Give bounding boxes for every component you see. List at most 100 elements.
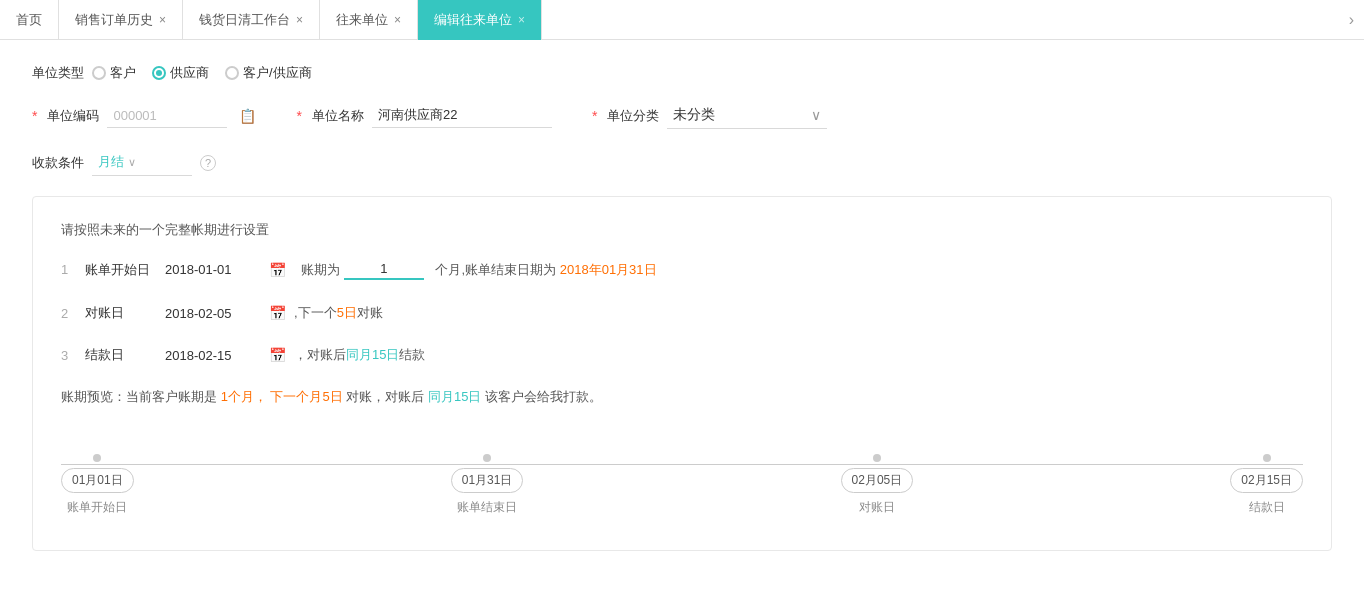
tab-partner-units-close[interactable]: × — [394, 13, 401, 27]
timeline-dot-0 — [93, 454, 101, 462]
preview-text: 账期预览：当前客户账期是 1个月， 下一个月5日 对账，对账后 同月15日 该客… — [61, 388, 1303, 406]
timeline-dot-3 — [1263, 454, 1271, 462]
timeline-label-1: 账单结束日 — [457, 499, 517, 516]
row-2-desc: ,下一个5日对账 — [294, 304, 383, 322]
radio-both-label: 客户/供应商 — [243, 64, 312, 82]
row-2-number: 2 — [61, 306, 85, 321]
row-3-desc: ，对账后同月15日结款 — [294, 346, 425, 364]
tab-partner-units[interactable]: 往来单位 × — [320, 0, 418, 40]
row-1-number: 1 — [61, 262, 85, 277]
unit-name-star: * — [296, 108, 301, 124]
unit-type-row: 单位类型 客户 供应商 客户/供应商 — [32, 64, 1332, 82]
radio-both-circle — [225, 66, 239, 80]
unit-category-label: 单位分类 — [607, 107, 659, 125]
timeline: 01月01日 账单开始日 01月31日 账单结束日 02月05日 对账日 02月… — [61, 434, 1303, 526]
tab-partner-units-label: 往来单位 — [336, 11, 388, 29]
unit-category-dropdown[interactable]: 未分类 ∨ — [667, 102, 827, 129]
radio-both[interactable]: 客户/供应商 — [225, 64, 312, 82]
setting-row-2: 2 对账日 2018-02-05 📅 ,下一个5日对账 — [61, 304, 1303, 322]
payment-terms-help[interactable]: ? — [200, 155, 216, 171]
tab-sales-history-label: 销售订单历史 — [75, 11, 153, 29]
tab-home[interactable]: 首页 — [0, 0, 59, 40]
timeline-bubble-3: 02月15日 — [1230, 468, 1303, 493]
unit-code-input[interactable] — [107, 104, 227, 128]
payment-terms-row: 收款条件 月结 ∨ ? — [32, 149, 1332, 176]
timeline-bubble-1: 01月31日 — [451, 468, 524, 493]
unit-code-star: * — [32, 108, 37, 124]
row-1-cal-icon[interactable]: 📅 — [269, 262, 286, 278]
setting-row-3: 3 结款日 2018-02-15 📅 ，对账后同月15日结款 — [61, 346, 1303, 364]
row-3-cal-icon[interactable]: 📅 — [269, 347, 286, 363]
tab-edit-partner[interactable]: 编辑往来单位 × — [418, 0, 542, 40]
row-2-highlight: 5日 — [337, 305, 357, 320]
payment-terms-group: 收款条件 月结 ∨ ? — [32, 149, 216, 176]
timeline-dot-2 — [873, 454, 881, 462]
unit-name-label: 单位名称 — [312, 107, 364, 125]
timeline-point-2: 02月05日 对账日 — [841, 454, 914, 516]
timeline-label-3: 结款日 — [1249, 499, 1285, 516]
unit-name-input[interactable] — [372, 104, 552, 128]
unit-type-group: 单位类型 客户 供应商 客户/供应商 — [32, 64, 312, 82]
unit-category-value: 未分类 — [673, 106, 715, 124]
tab-cash-work[interactable]: 钱货日清工作台 × — [183, 0, 320, 40]
row-3-number: 3 — [61, 348, 85, 363]
payment-terms-chevron: ∨ — [128, 156, 136, 169]
unit-type-label: 单位类型 — [32, 64, 84, 82]
timeline-point-1: 01月31日 账单结束日 — [451, 454, 524, 516]
payment-terms-dropdown[interactable]: 月结 ∨ — [92, 149, 192, 176]
preview-reconcile: 下一个月5日 — [270, 389, 342, 404]
row-2-cal-icon[interactable]: 📅 — [269, 305, 286, 321]
timeline-point-3: 02月15日 结款日 — [1230, 454, 1303, 516]
tabs-bar: 首页 销售订单历史 × 钱货日清工作台 × 往来单位 × 编辑往来单位 × › — [0, 0, 1364, 40]
radio-supplier[interactable]: 供应商 — [152, 64, 209, 82]
tab-sales-history[interactable]: 销售订单历史 × — [59, 0, 183, 40]
setting-row-1: 1 账单开始日 2018-01-01 📅 账期为 个月,账单结束日期为 2018… — [61, 259, 1303, 280]
row-1-mid-text: 账期为 — [294, 261, 344, 279]
payment-terms-label: 收款条件 — [32, 154, 84, 172]
preview-prefix: 账期预览：当前客户账期是 — [61, 389, 217, 404]
tab-sales-history-close[interactable]: × — [159, 13, 166, 27]
row-3-label: 结款日 — [85, 346, 165, 364]
row-3-date: 2018-02-15 — [165, 348, 265, 363]
row-1-label: 账单开始日 — [85, 261, 165, 279]
tab-home-label: 首页 — [16, 11, 42, 29]
unit-info-row: * 单位编码 📋 * 单位名称 * 单位分类 未分类 ∨ — [32, 102, 1332, 129]
timeline-points: 01月01日 账单开始日 01月31日 账单结束日 02月05日 对账日 02月… — [61, 454, 1303, 516]
payment-terms-value: 月结 — [98, 153, 124, 171]
tab-edit-partner-close[interactable]: × — [518, 13, 525, 27]
preview-period: 1个月， — [221, 389, 267, 404]
preview-reconcile-suffix: 对账，对账后 — [346, 389, 424, 404]
timeline-label-0: 账单开始日 — [67, 499, 127, 516]
unit-code-label: 单位编码 — [47, 107, 99, 125]
section-title: 请按照未来的一个完整帐期进行设置 — [61, 221, 1303, 239]
row-3-highlight: 同月15日 — [346, 347, 399, 362]
row-2-label: 对账日 — [85, 304, 165, 322]
unit-category-group: * 单位分类 未分类 ∨ — [592, 102, 827, 129]
timeline-bubble-0: 01月01日 — [61, 468, 134, 493]
timeline-bubble-2: 02月05日 — [841, 468, 914, 493]
row-1-period-unit: 个月,账单结束日期为 2018年01月31日 — [432, 261, 657, 279]
preview-payment: 同月15日 — [428, 389, 481, 404]
tab-cash-work-close[interactable]: × — [296, 13, 303, 27]
tab-edit-partner-label: 编辑往来单位 — [434, 11, 512, 29]
timeline-point-0: 01月01日 账单开始日 — [61, 454, 134, 516]
unit-code-icon[interactable]: 📋 — [239, 108, 256, 124]
unit-category-star: * — [592, 108, 597, 124]
tab-expand-button[interactable]: › — [1339, 11, 1364, 29]
row-2-date: 2018-02-05 — [165, 306, 265, 321]
radio-supplier-circle — [152, 66, 166, 80]
row-1-date: 2018-01-01 — [165, 262, 265, 277]
unit-name-group: * 单位名称 — [296, 104, 551, 128]
settings-section: 请按照未来的一个完整帐期进行设置 1 账单开始日 2018-01-01 📅 账期… — [32, 196, 1332, 551]
unit-code-group: * 单位编码 📋 — [32, 104, 256, 128]
preview-payment-suffix: 该客户会给我打款。 — [485, 389, 602, 404]
radio-supplier-label: 供应商 — [170, 64, 209, 82]
timeline-label-2: 对账日 — [859, 499, 895, 516]
period-input[interactable] — [344, 259, 424, 280]
radio-customer-circle — [92, 66, 106, 80]
tab-cash-work-label: 钱货日清工作台 — [199, 11, 290, 29]
unit-category-chevron: ∨ — [811, 107, 821, 123]
radio-customer[interactable]: 客户 — [92, 64, 136, 82]
row-1-end-date: 2018年01月31日 — [560, 262, 657, 277]
content-area: 单位类型 客户 供应商 客户/供应商 * 单位编码 — [0, 40, 1364, 608]
